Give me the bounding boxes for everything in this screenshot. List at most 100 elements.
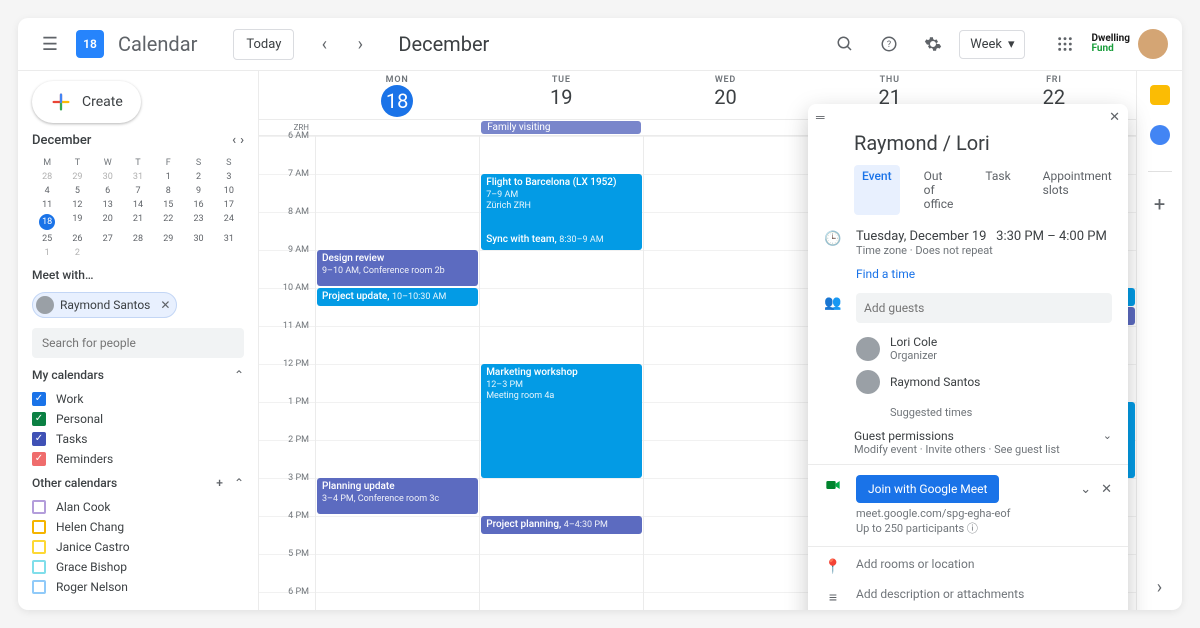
mini-day[interactable]: 15 [153, 200, 183, 210]
mini-day[interactable]: 29 [153, 234, 183, 244]
add-addon-icon[interactable]: + [1154, 192, 1165, 216]
calendar-event[interactable]: Project update, 10–10:30 AM [317, 288, 478, 306]
mini-day[interactable]: 31 [123, 172, 153, 182]
mini-calendar[interactable]: MTWTFSS282930311234567891011121314151617… [32, 158, 244, 258]
mini-day[interactable]: 2 [183, 172, 213, 182]
suggested-times-link[interactable]: Suggested times [890, 406, 1112, 419]
mini-day[interactable]: 30 [183, 234, 213, 244]
mini-day[interactable]: 8 [153, 186, 183, 196]
calendar-toggle[interactable]: Tasks [32, 432, 244, 446]
expand-rail-icon[interactable]: › [1157, 577, 1162, 598]
mini-day[interactable]: 12 [62, 200, 92, 210]
apps-grid-icon[interactable] [1047, 26, 1083, 62]
collapse-icon[interactable]: ⌃ [234, 476, 244, 490]
next-period-button[interactable]: › [342, 26, 378, 62]
mini-day[interactable]: 2 [62, 248, 92, 258]
mini-day[interactable]: 17 [214, 200, 244, 210]
mini-day[interactable]: 24 [214, 214, 244, 230]
search-icon[interactable] [827, 26, 863, 62]
menu-icon[interactable]: ☰ [32, 26, 68, 62]
mini-day[interactable]: 27 [93, 234, 123, 244]
prev-period-button[interactable]: ‹ [306, 26, 342, 62]
day-header-cell[interactable]: MON18 [315, 71, 479, 119]
mini-day[interactable]: 9 [183, 186, 213, 196]
mini-day[interactable]: 29 [62, 172, 92, 182]
search-people-input[interactable] [32, 328, 244, 358]
mini-day[interactable]: 14 [123, 200, 153, 210]
collapse-icon[interactable]: ⌃ [234, 368, 244, 382]
help-icon[interactable]: ? [871, 26, 907, 62]
mini-prev-month[interactable]: ‹ [232, 133, 236, 148]
mini-day[interactable]: 21 [123, 214, 153, 230]
calendar-toggle[interactable]: Alan Cook [32, 500, 244, 514]
mini-day[interactable]: 5 [62, 186, 92, 196]
mini-next-month[interactable]: › [240, 133, 244, 148]
account-avatar[interactable] [1138, 29, 1168, 59]
day-column[interactable] [643, 136, 807, 610]
mini-day[interactable]: 31 [214, 234, 244, 244]
chevron-down-icon[interactable]: ⌄ [1080, 482, 1091, 497]
mini-day[interactable]: 18 [32, 214, 62, 230]
mini-day[interactable]: 3 [214, 172, 244, 182]
mini-day[interactable]: 22 [153, 214, 183, 230]
mini-day[interactable]: 20 [93, 214, 123, 230]
calendar-toggle[interactable]: Work [32, 392, 244, 406]
keep-icon[interactable] [1150, 85, 1170, 105]
settings-icon[interactable] [915, 26, 951, 62]
mini-day[interactable]: 1 [32, 248, 62, 258]
day-column[interactable]: Flight to Barcelona (LX 1952)7–9 AMZüric… [479, 136, 643, 610]
calendar-toggle[interactable]: Helen Chang [32, 520, 244, 534]
today-button[interactable]: Today [233, 29, 294, 60]
calendar-event[interactable]: Marketing workshop12–3 PMMeeting room 4a [481, 364, 642, 478]
mini-day[interactable]: 30 [93, 172, 123, 182]
info-icon[interactable]: ⓘ [967, 522, 978, 535]
meet-with-chip[interactable]: Raymond Santos ✕ [32, 292, 177, 318]
view-selector[interactable]: Week▾ [959, 30, 1025, 59]
event-type-tab[interactable]: Out of office [916, 165, 962, 215]
mini-day[interactable]: 28 [123, 234, 153, 244]
close-icon[interactable]: ✕ [1109, 110, 1120, 125]
mini-day[interactable]: 7 [123, 186, 153, 196]
event-type-tab[interactable]: Task [977, 165, 1018, 215]
event-type-tab[interactable]: Appointment slots [1035, 165, 1120, 215]
add-guests-input[interactable] [856, 293, 1112, 323]
calendar-event[interactable]: Sync with team, 8:30–9 AM [481, 231, 642, 249]
mini-day[interactable]: 19 [62, 214, 92, 230]
calendar-event[interactable]: Planning update3–4 PM, Conference room 3… [317, 478, 478, 514]
calendar-event[interactable]: Design review9–10 AM, Conference room 2b [317, 250, 478, 286]
allday-event[interactable]: Family visiting [481, 121, 641, 134]
mini-day[interactable]: 4 [32, 186, 62, 196]
mini-day[interactable]: 13 [93, 200, 123, 210]
chip-remove-icon[interactable]: ✕ [160, 298, 170, 312]
mini-day[interactable]: 6 [93, 186, 123, 196]
mini-day[interactable]: 11 [32, 200, 62, 210]
mini-day[interactable]: 25 [32, 234, 62, 244]
tasks-icon[interactable] [1150, 125, 1170, 145]
day-column[interactable]: Design review9–10 AM, Conference room 2b… [315, 136, 479, 610]
day-header-cell[interactable]: TUE19 [479, 71, 643, 119]
calendar-toggle[interactable]: Grace Bishop [32, 560, 244, 574]
drag-handle-icon[interactable]: ═ [816, 110, 825, 125]
calendar-toggle[interactable]: Roger Nelson [32, 580, 244, 594]
event-type-tab[interactable]: Event [854, 165, 900, 215]
calendar-event[interactable]: Project planning, 4–4:30 PM [481, 516, 642, 534]
mini-day[interactable]: 23 [183, 214, 213, 230]
mini-day[interactable]: 1 [153, 172, 183, 182]
day-header-cell[interactable]: WED20 [643, 71, 807, 119]
create-button[interactable]: Create [32, 81, 141, 123]
mini-day[interactable]: 10 [214, 186, 244, 196]
chevron-down-icon[interactable]: ⌄ [1103, 429, 1112, 442]
add-location-input[interactable]: Add rooms or location [856, 557, 1112, 571]
calendar-toggle[interactable]: Janice Castro [32, 540, 244, 554]
remove-meet-icon[interactable]: ✕ [1101, 482, 1112, 497]
calendar-toggle[interactable]: Personal [32, 412, 244, 426]
mini-day[interactable]: 16 [183, 200, 213, 210]
join-meet-button[interactable]: Join with Google Meet [856, 475, 999, 503]
calendar-toggle[interactable]: Reminders [32, 452, 244, 466]
add-calendar-icon[interactable]: + [216, 476, 223, 490]
find-time-link[interactable]: Find a time [856, 267, 1112, 281]
add-description-input[interactable]: Add description or attachments [856, 587, 1112, 601]
mini-day[interactable]: 28 [32, 172, 62, 182]
mini-day[interactable]: 26 [62, 234, 92, 244]
event-title-input[interactable]: Raymond / Lori [808, 131, 1128, 155]
